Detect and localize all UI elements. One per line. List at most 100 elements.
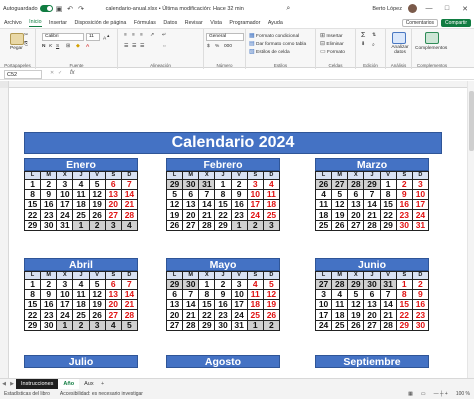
day-cell[interactable]: 1 — [230, 219, 248, 231]
save-icon[interactable]: ▣ — [55, 4, 64, 13]
tab-programador[interactable]: Programador — [229, 20, 260, 26]
day-cell[interactable]: 1 — [379, 178, 397, 190]
sheet-tab-aux[interactable]: Aux — [79, 379, 98, 390]
enter-icon[interactable]: ✓ — [58, 71, 62, 76]
day-cell[interactable]: 26 — [314, 178, 333, 190]
sheet-tab-instrucciones[interactable]: Instrucciones — [16, 378, 59, 390]
day-cell[interactable]: 25 — [72, 209, 90, 221]
day-cell[interactable]: 3 — [104, 219, 122, 231]
day-cell[interactable]: 30 — [40, 319, 58, 331]
day-cell[interactable]: 14 — [198, 199, 216, 211]
insert-cells-button[interactable]: ⊞ Insertar — [320, 32, 343, 39]
day-cell[interactable]: 22 — [379, 209, 397, 221]
tab-formulas[interactable]: Fórmulas — [134, 20, 156, 26]
day-cell[interactable]: 10 — [246, 188, 264, 201]
day-cell[interactable]: 29 — [347, 278, 365, 290]
day-cell[interactable]: 4 — [331, 288, 349, 301]
day-cell[interactable]: 23 — [411, 309, 430, 321]
tab-revisar[interactable]: Revisar — [185, 20, 203, 26]
day-cell[interactable]: 4 — [246, 278, 264, 290]
day-cell[interactable]: 6 — [347, 188, 365, 201]
thousands-icon[interactable]: 000 — [224, 44, 232, 49]
day-cell[interactable]: 22 — [23, 309, 42, 321]
column-headers[interactable] — [0, 81, 474, 88]
day-cell[interactable]: 2 — [230, 178, 248, 190]
day-cell[interactable]: 14 — [182, 299, 200, 311]
day-cell[interactable]: 12 — [347, 299, 365, 311]
day-cell[interactable]: 27 — [182, 219, 200, 231]
day-cell[interactable]: 4 — [72, 178, 90, 190]
day-cell[interactable]: 5 — [165, 188, 184, 201]
day-cell[interactable]: 28 — [331, 278, 349, 290]
share-button[interactable]: Compartir — [441, 18, 471, 27]
day-cell[interactable]: 31 — [230, 319, 248, 331]
format-table-button[interactable]: ▤ Dar formato como tabla — [249, 40, 306, 47]
workbook-stats[interactable]: Estadísticas del libro — [4, 391, 50, 397]
day-cell[interactable]: 2 — [40, 178, 58, 190]
day-cell[interactable]: 28 — [120, 209, 139, 221]
day-cell[interactable]: 9 — [40, 288, 58, 301]
day-cell[interactable]: 2 — [395, 178, 413, 190]
day-cell[interactable]: 24 — [411, 209, 430, 221]
day-cell[interactable]: 17 — [246, 199, 264, 211]
day-cell[interactable]: 5 — [331, 188, 349, 201]
day-cell[interactable]: 17 — [230, 299, 248, 311]
day-cell[interactable]: 24 — [314, 319, 333, 331]
day-cell[interactable]: 3 — [411, 178, 430, 190]
day-cell[interactable]: 1 — [72, 219, 90, 231]
day-cell[interactable]: 1 — [395, 278, 413, 290]
day-cell[interactable]: 21 — [379, 309, 397, 321]
day-cell[interactable]: 31 — [379, 278, 397, 290]
day-cell[interactable]: 26 — [347, 319, 365, 331]
day-cell[interactable]: 23 — [395, 209, 413, 221]
day-cell[interactable]: 28 — [182, 319, 200, 331]
format-cells-button[interactable]: ▭ Formato — [320, 48, 345, 55]
day-cell[interactable]: 19 — [88, 199, 106, 211]
day-cell[interactable]: 13 — [104, 188, 122, 201]
day-cell[interactable]: 2 — [411, 278, 430, 290]
align-right-icon[interactable]: ☰ — [140, 44, 144, 49]
day-cell[interactable]: 6 — [104, 178, 122, 190]
addins-icon[interactable] — [425, 32, 439, 44]
day-cell[interactable]: 29 — [379, 219, 397, 231]
percent-icon[interactable]: % — [215, 44, 219, 49]
day-cell[interactable]: 3 — [262, 219, 281, 231]
day-cell[interactable]: 28 — [120, 309, 139, 321]
day-cell[interactable]: 8 — [198, 288, 216, 301]
day-cell[interactable]: 3 — [56, 278, 74, 290]
analyze-data-icon[interactable] — [392, 32, 406, 44]
day-cell[interactable]: 2 — [246, 219, 264, 231]
day-cell[interactable]: 7 — [120, 178, 139, 190]
day-cell[interactable]: 10 — [314, 299, 333, 311]
day-cell[interactable]: 9 — [230, 188, 248, 201]
day-cell[interactable]: 31 — [198, 178, 216, 190]
day-cell[interactable]: 2 — [214, 278, 232, 290]
day-cell[interactable]: 2 — [262, 319, 281, 331]
day-cell[interactable]: 11 — [331, 299, 349, 311]
name-box[interactable]: C52 — [4, 70, 42, 79]
day-cell[interactable]: 18 — [72, 299, 90, 311]
close-icon[interactable]: ✕ — [459, 5, 471, 13]
day-cell[interactable]: 19 — [331, 209, 349, 221]
day-cell[interactable]: 30 — [363, 278, 381, 290]
cut-icon[interactable]: ✂ — [24, 33, 28, 38]
day-cell[interactable]: 18 — [331, 309, 349, 321]
day-cell[interactable]: 27 — [104, 309, 122, 321]
day-cell[interactable]: 2 — [40, 278, 58, 290]
day-cell[interactable]: 9 — [214, 288, 232, 301]
day-cell[interactable]: 22 — [23, 209, 42, 221]
normal-view-icon[interactable]: ▦ — [408, 391, 413, 397]
align-center-icon[interactable]: ☰ — [132, 44, 136, 49]
number-format-select[interactable]: General — [206, 33, 244, 41]
search-icon[interactable]: ⌕ — [284, 4, 293, 13]
day-cell[interactable]: 28 — [363, 219, 381, 231]
day-cell[interactable]: 27 — [165, 319, 184, 331]
paste-icon[interactable] — [10, 33, 24, 45]
day-cell[interactable]: 2 — [88, 219, 106, 231]
day-cell[interactable]: 22 — [395, 309, 413, 321]
conditional-format-button[interactable]: ▦ Formato condicional — [249, 32, 299, 39]
day-cell[interactable]: 23 — [40, 309, 58, 321]
tab-insertar[interactable]: Insertar — [49, 20, 67, 26]
day-cell[interactable]: 25 — [72, 309, 90, 321]
worksheet[interactable]: Calendario 2024 Enero L M X J V S D 1 2 3 4 5 6 7 8 9 10 1… — [0, 81, 474, 378]
